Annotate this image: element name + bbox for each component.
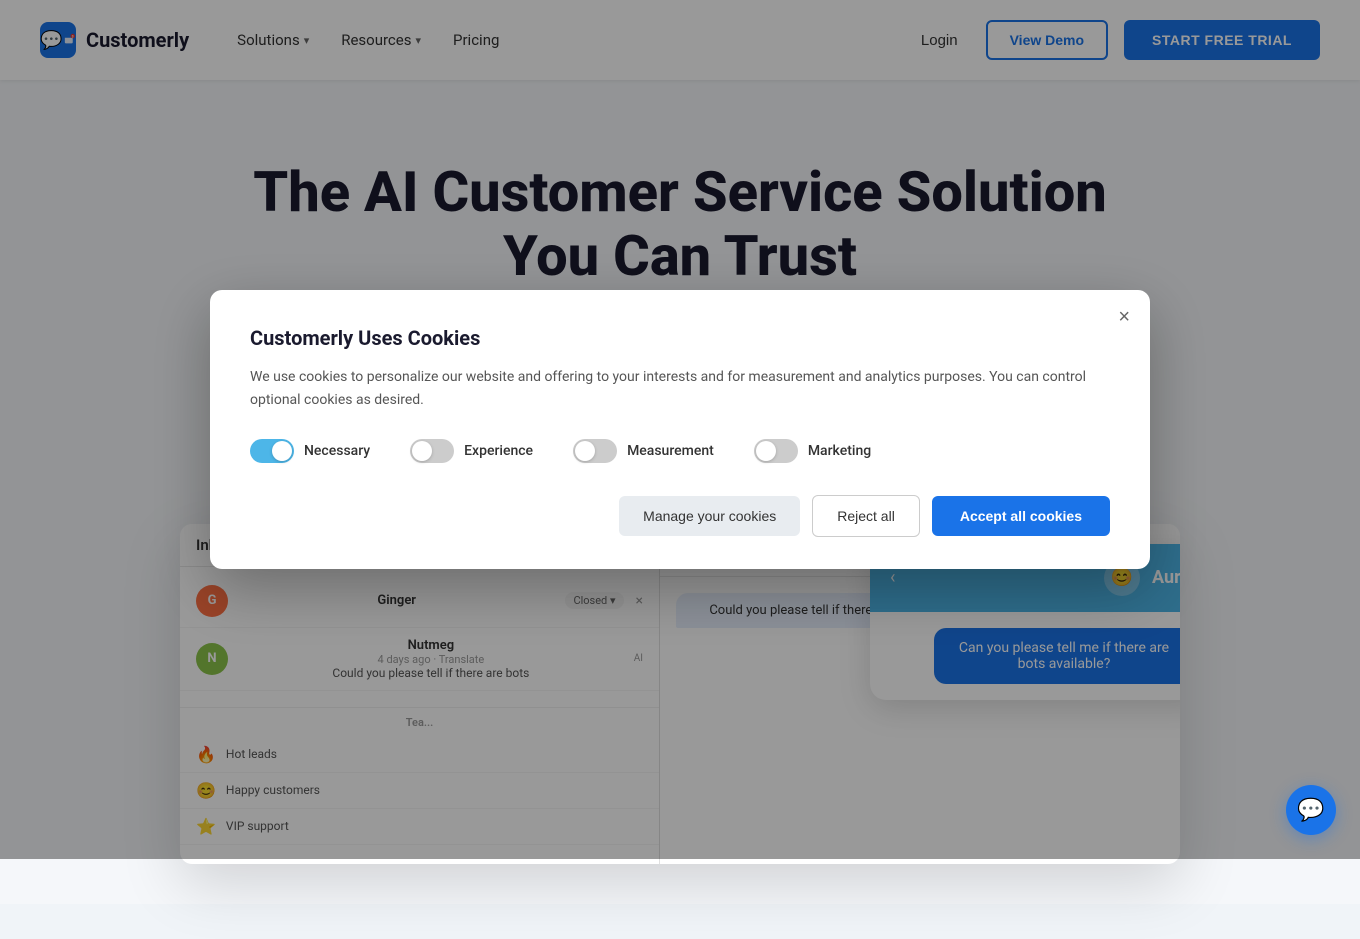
toggle-necessary: Necessary — [250, 439, 370, 463]
cookie-modal-title: Customerly Uses Cookies — [250, 326, 1110, 350]
toggle-necessary-track[interactable] — [250, 439, 294, 463]
toggle-marketing: Marketing — [754, 439, 871, 463]
toggle-measurement-label: Measurement — [627, 443, 714, 459]
modal-close-button[interactable]: × — [1118, 306, 1130, 329]
toggle-experience: Experience — [410, 439, 533, 463]
toggle-marketing-thumb — [756, 441, 776, 461]
cookie-modal-actions: Manage your cookies Reject all Accept al… — [250, 495, 1110, 537]
chat-widget-icon: 💬 — [1297, 798, 1324, 823]
reject-all-button[interactable]: Reject all — [812, 495, 920, 537]
cookie-toggles-row: Necessary Experience Measurement — [250, 439, 1110, 463]
toggle-measurement: Measurement — [573, 439, 714, 463]
toggle-experience-thumb — [412, 441, 432, 461]
toggle-marketing-track[interactable] — [754, 439, 798, 463]
toggle-necessary-thumb — [272, 441, 292, 461]
toggle-measurement-thumb — [575, 441, 595, 461]
manage-cookies-button[interactable]: Manage your cookies — [619, 496, 800, 536]
toggle-experience-track[interactable] — [410, 439, 454, 463]
cookie-modal: × Customerly Uses Cookies We use cookies… — [210, 290, 1150, 569]
chat-widget-button[interactable]: 💬 — [1286, 785, 1336, 835]
cookie-modal-description: We use cookies to personalize our websit… — [250, 366, 1110, 411]
toggle-measurement-track[interactable] — [573, 439, 617, 463]
toggle-marketing-label: Marketing — [808, 443, 871, 459]
cookie-modal-overlay: × Customerly Uses Cookies We use cookies… — [0, 0, 1360, 859]
toggle-experience-label: Experience — [464, 443, 533, 459]
accept-all-cookies-button[interactable]: Accept all cookies — [932, 496, 1110, 536]
toggle-necessary-label: Necessary — [304, 443, 370, 459]
